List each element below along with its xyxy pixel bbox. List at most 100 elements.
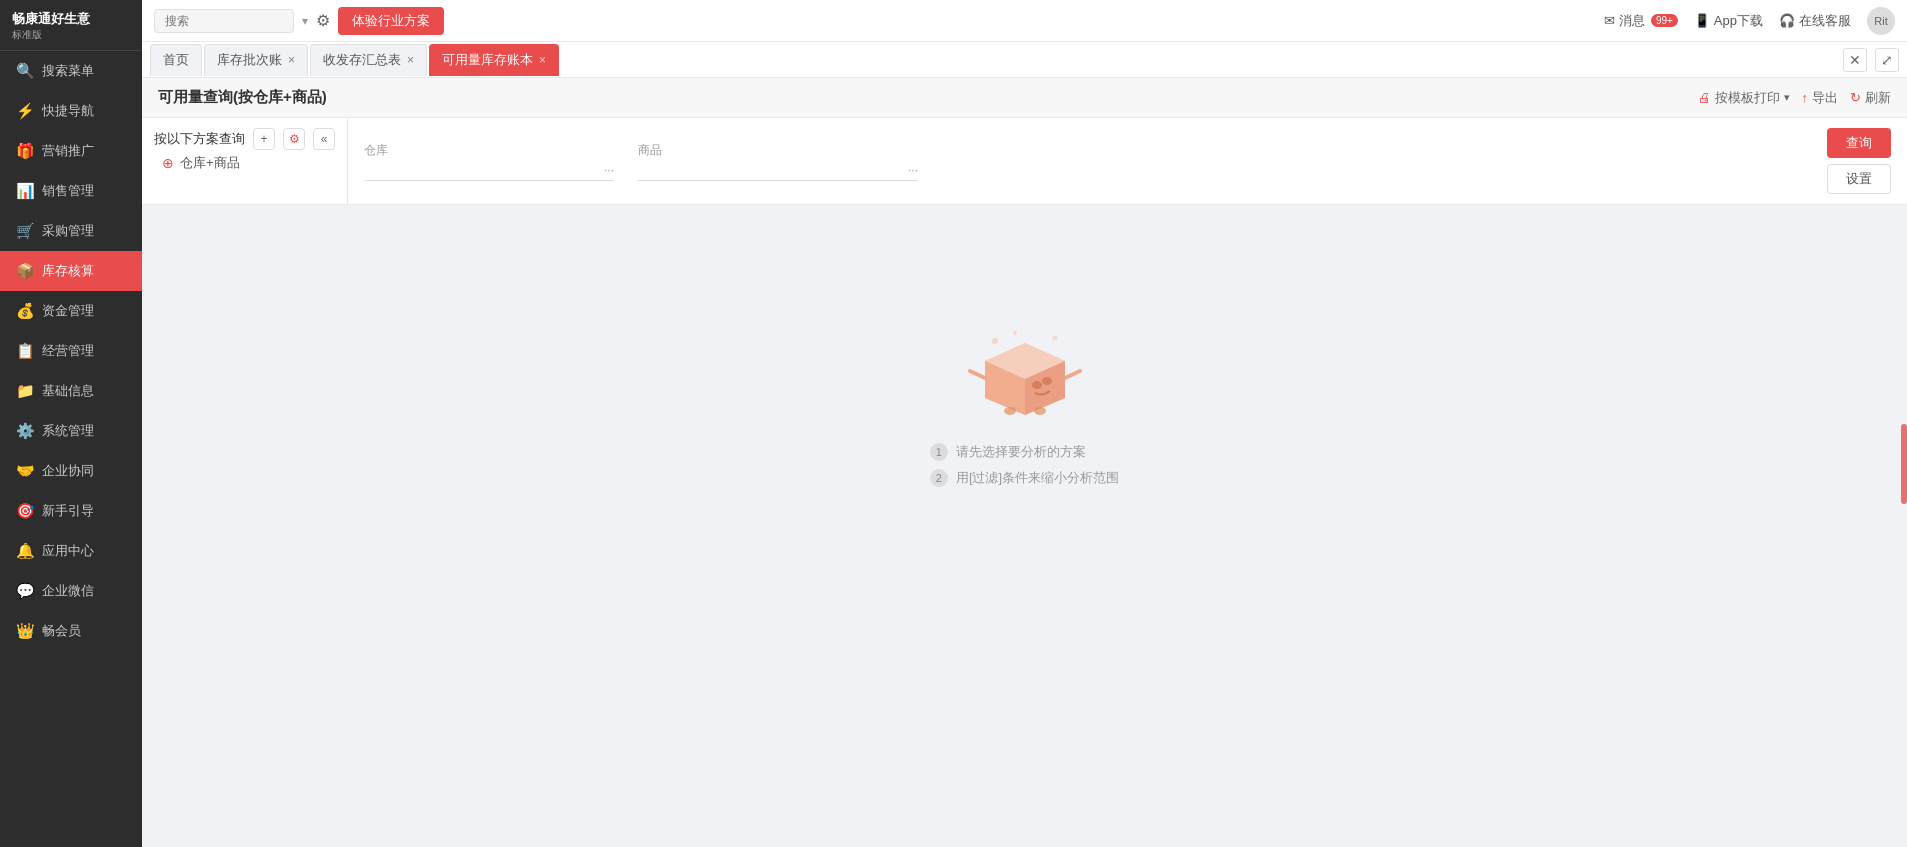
sidebar-icon-system: ⚙️	[16, 422, 34, 440]
warehouse-more-btn[interactable]: ···	[604, 163, 614, 177]
refresh-label: 刷新	[1865, 89, 1891, 107]
filter-add-btn[interactable]: +	[253, 128, 275, 150]
print-label: 按模板打印	[1715, 89, 1780, 107]
sidebar-icon-newbie: 🎯	[16, 502, 34, 520]
warehouse-input-wrap: ···	[364, 163, 614, 181]
sidebar-label-wechat: 企业微信	[42, 582, 94, 600]
product-more-btn[interactable]: ···	[908, 163, 918, 177]
sidebar-item-inventory[interactable]: 📦 库存核算	[0, 251, 142, 291]
tab-available-account[interactable]: 可用量库存账本 ×	[429, 44, 559, 76]
svg-point-5	[1042, 377, 1052, 385]
warehouse-label: 仓库	[364, 142, 614, 159]
sidebar-label-enterprise: 企业协同	[42, 462, 94, 480]
print-action[interactable]: 🖨 按模板打印 ▾	[1698, 89, 1790, 107]
app-download-label: App下载	[1714, 12, 1763, 30]
sidebar-icon-sales: 📊	[16, 182, 34, 200]
trial-button[interactable]: 体验行业方案	[338, 7, 444, 35]
sidebar-item-wechat[interactable]: 💬 企业微信	[0, 571, 142, 611]
user-avatar[interactable]: Rit	[1867, 7, 1895, 35]
sidebar-icon-basic: 📁	[16, 382, 34, 400]
sidebar-icon-shortcut: ⚡	[16, 102, 34, 120]
scheme-icon: ⊕	[162, 155, 174, 171]
hint-num-1: 1	[930, 443, 948, 461]
right-scrollbar[interactable]	[1901, 424, 1907, 504]
tab-home[interactable]: 首页	[150, 44, 202, 76]
sidebar-item-enterprise[interactable]: 🤝 企业协同	[0, 451, 142, 491]
topbar-gear-icon[interactable]: ⚙	[316, 11, 330, 30]
filter-left: 按以下方案查询 + ⚙ « ⊕ 仓库+商品	[142, 118, 348, 204]
sidebar-item-app-center[interactable]: 🔔 应用中心	[0, 531, 142, 571]
tab-batch-account-label: 库存批次账	[217, 51, 282, 69]
topbar-chevron-icon[interactable]: ▾	[302, 14, 308, 28]
sidebar-label-search: 搜索菜单	[42, 62, 94, 80]
sidebar-icon-member: 👑	[16, 622, 34, 640]
tab-home-label: 首页	[163, 51, 189, 69]
query-button[interactable]: 查询	[1827, 128, 1891, 158]
svg-point-10	[992, 338, 998, 344]
sidebar-label-purchase: 采购管理	[42, 222, 94, 240]
sidebar-icon-inventory: 📦	[16, 262, 34, 280]
empty-svg	[965, 323, 1085, 423]
product-input-wrap: ···	[638, 163, 918, 181]
app-name: 畅康通好生意	[12, 10, 130, 28]
topbar-search-input[interactable]	[154, 9, 294, 33]
sidebar-item-finance[interactable]: 💰 资金管理	[0, 291, 142, 331]
warehouse-input[interactable]	[364, 163, 604, 178]
filter-container: 按以下方案查询 + ⚙ « ⊕ 仓库+商品 仓库 ···	[142, 118, 1907, 205]
sidebar-item-purchase[interactable]: 🛒 采购管理	[0, 211, 142, 251]
tabs-bar: 首页 库存批次账 × 收发存汇总表 × 可用量库存账本 × ✕ ⤢	[142, 42, 1907, 78]
sidebar-logo: 畅康通好生意 标准版	[0, 0, 142, 51]
sidebar-item-member[interactable]: 👑 畅会员	[0, 611, 142, 651]
message-btn[interactable]: ✉ 消息 99+	[1604, 12, 1678, 30]
export-label: 导出	[1812, 89, 1838, 107]
svg-line-9	[1065, 371, 1080, 378]
sidebar-item-search[interactable]: 🔍 搜索菜单	[0, 51, 142, 91]
print-chevron: ▾	[1784, 91, 1790, 104]
empty-hints: 1 请先选择要分析的方案 2 用[过滤]条件来缩小分析范围	[930, 443, 1119, 487]
phone-icon: 📱	[1694, 13, 1710, 28]
sidebar-nav: 🔍 搜索菜单 ⚡ 快捷导航 🎁 营销推广 📊 销售管理 🛒 采购管理 📦 库存核…	[0, 51, 142, 847]
product-input[interactable]	[638, 163, 908, 178]
sidebar-item-newbie[interactable]: 🎯 新手引导	[0, 491, 142, 531]
headset-icon: 🎧	[1779, 13, 1795, 28]
app-download-btn[interactable]: 📱 App下载	[1694, 12, 1763, 30]
tab-restore-btn[interactable]: ⤢	[1875, 48, 1899, 72]
sidebar-label-system: 系统管理	[42, 422, 94, 440]
page-title: 可用量查询(按仓库+商品)	[158, 88, 327, 107]
empty-hint-2: 2 用[过滤]条件来缩小分析范围	[930, 469, 1119, 487]
sidebar-item-sales[interactable]: 📊 销售管理	[0, 171, 142, 211]
sidebar-item-operation[interactable]: 📋 经营管理	[0, 331, 142, 371]
page-actions: 🖨 按模板打印 ▾ ↑ 导出 ↻ 刷新	[1698, 89, 1892, 107]
sidebar-icon-search: 🔍	[16, 62, 34, 80]
sidebar: 畅康通好生意 标准版 🔍 搜索菜单 ⚡ 快捷导航 🎁 营销推广 📊 销售管理 🛒…	[0, 0, 142, 847]
tabs-controls: ✕ ⤢	[1843, 48, 1899, 72]
settings-button[interactable]: 设置	[1827, 164, 1891, 194]
sidebar-item-basic[interactable]: 📁 基础信息	[0, 371, 142, 411]
sidebar-icon-enterprise: 🤝	[16, 462, 34, 480]
tab-available-account-close[interactable]: ×	[539, 53, 546, 67]
sidebar-label-finance: 资金管理	[42, 302, 94, 320]
svg-line-8	[970, 371, 985, 378]
svg-point-6	[1004, 407, 1016, 415]
sidebar-icon-wechat: 💬	[16, 582, 34, 600]
filter-settings-btn[interactable]: ⚙	[283, 128, 305, 150]
hint-num-2: 2	[930, 469, 948, 487]
sidebar-item-marketing-push[interactable]: 🎁 营销推广	[0, 131, 142, 171]
export-action[interactable]: ↑ 导出	[1802, 89, 1839, 107]
empty-state: 1 请先选择要分析的方案 2 用[过滤]条件来缩小分析范围	[142, 205, 1907, 605]
svg-point-7	[1034, 407, 1046, 415]
refresh-action[interactable]: ↻ 刷新	[1850, 89, 1891, 107]
tab-receive-summary-close[interactable]: ×	[407, 53, 414, 67]
tab-close-btn[interactable]: ✕	[1843, 48, 1867, 72]
tab-receive-summary[interactable]: 收发存汇总表 ×	[310, 44, 427, 76]
sidebar-icon-marketing-push: 🎁	[16, 142, 34, 160]
tab-batch-account-close[interactable]: ×	[288, 53, 295, 67]
filter-scheme-warehouse-product[interactable]: ⊕ 仓库+商品	[154, 150, 335, 176]
filter-collapse-btn[interactable]: «	[313, 128, 335, 150]
topbar: ▾ ⚙ 体验行业方案 ✉ 消息 99+ 📱 App下载 🎧 在线客服 Rit	[142, 0, 1907, 42]
tab-batch-account[interactable]: 库存批次账 ×	[204, 44, 308, 76]
online-service-btn[interactable]: 🎧 在线客服	[1779, 12, 1851, 30]
sidebar-label-shortcut: 快捷导航	[42, 102, 94, 120]
sidebar-item-system[interactable]: ⚙️ 系统管理	[0, 411, 142, 451]
sidebar-item-shortcut[interactable]: ⚡ 快捷导航	[0, 91, 142, 131]
